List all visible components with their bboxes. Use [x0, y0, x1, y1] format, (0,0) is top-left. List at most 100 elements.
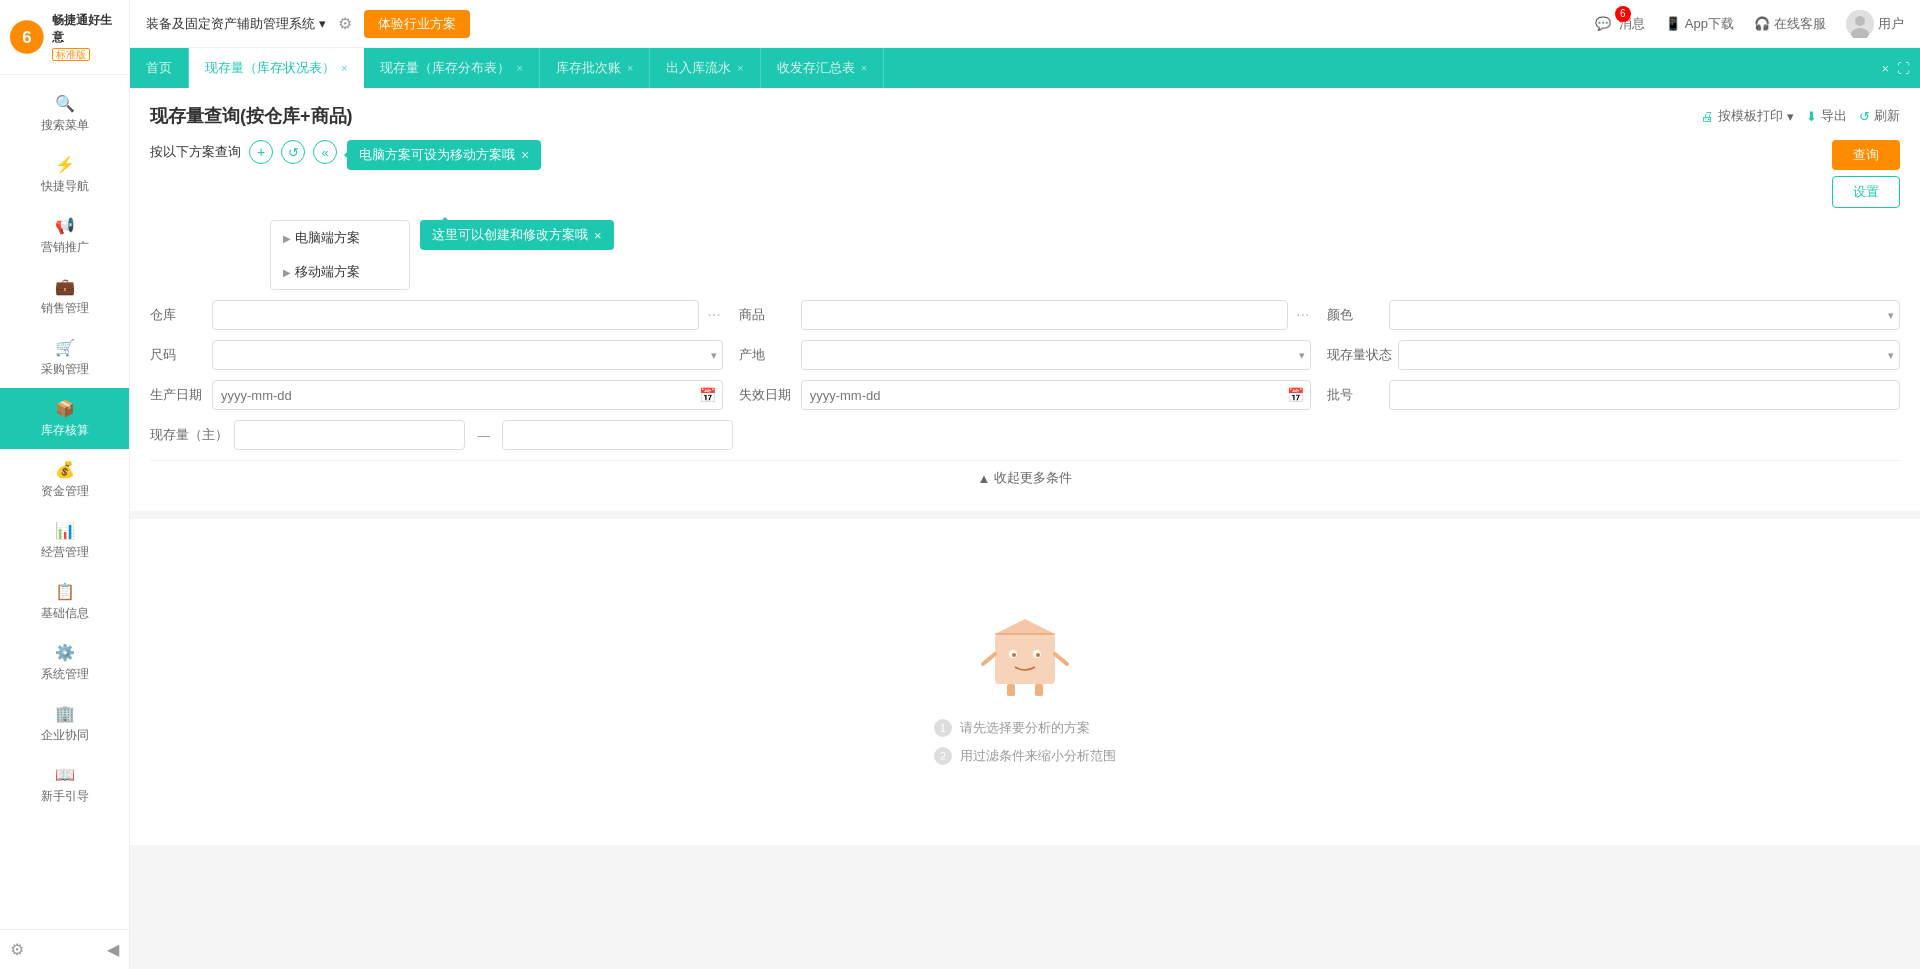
sidebar-item-sales[interactable]: 💼 销售管理	[0, 266, 129, 327]
content-area: 现存量查询(按仓库+商品) 🖨 按模板打印 ▾ ⬇ 导出 ↺ 刷新	[130, 88, 1920, 969]
tab-home[interactable]: 首页	[130, 48, 189, 88]
empty-state: 1 请先选择要分析的方案 2 用过滤条件来缩小分析范围	[130, 519, 1920, 845]
settings-bottom-icon[interactable]: ⚙	[10, 940, 24, 959]
tab-inventory-status[interactable]: 现存量（库存状况表） ×	[189, 48, 364, 88]
svg-line-15	[1055, 654, 1067, 664]
tab-inout-flow[interactable]: 出入库流水 ×	[650, 48, 760, 88]
page-actions: 🖨 按模板打印 ▾ ⬇ 导出 ↺ 刷新	[1701, 107, 1900, 125]
stock-status-select[interactable]	[1398, 340, 1900, 370]
tab-fullscreen-icon[interactable]: ⛶	[1897, 61, 1910, 76]
tab-recv-summary-close[interactable]: ×	[861, 62, 867, 74]
tab-inout-flow-close[interactable]: ×	[737, 62, 743, 74]
sidebar-item-marketing[interactable]: 📢 营销推广	[0, 205, 129, 266]
color-select[interactable]	[1389, 300, 1900, 330]
app-download-label: App下载	[1685, 15, 1734, 33]
logo-area: 6 畅捷通好生意 标准版	[0, 0, 129, 75]
sidebar-item-base-info-label: 基础信息	[41, 605, 89, 622]
stock-qty-separator: —	[471, 428, 496, 443]
stock-qty-max-input[interactable]	[502, 420, 733, 450]
topbar-message[interactable]: 💬 6 消息	[1595, 15, 1645, 33]
app-download-icon: 📱	[1665, 16, 1681, 31]
scheme-tooltip-close[interactable]: ×	[521, 147, 529, 163]
prod-date-wrap: 📅	[212, 380, 723, 410]
collapse-filter-btn[interactable]: ▲ 收起更多条件	[150, 460, 1900, 495]
topbar-right: 💬 6 消息 📱 App下载 🎧 在线客服 用户	[1595, 10, 1904, 38]
size-select[interactable]	[212, 340, 723, 370]
tab-close-all-icon[interactable]: ×	[1881, 61, 1889, 76]
reset-button[interactable]: 设置	[1832, 176, 1900, 208]
sidebar-item-base-info[interactable]: 📋 基础信息	[0, 571, 129, 632]
collapse-sidebar-icon[interactable]: ◀	[107, 940, 119, 959]
tab-inventory-dist[interactable]: 现存量（库存分布表） ×	[364, 48, 539, 88]
quick-nav-icon: ⚡	[55, 154, 75, 174]
refresh-btn[interactable]: ↺ 刷新	[1859, 107, 1900, 125]
sidebar-item-guide[interactable]: 📖 新手引导	[0, 754, 129, 815]
batch-input[interactable]	[1389, 380, 1900, 410]
prev-scheme-btn[interactable]: «	[313, 140, 337, 164]
sys-name-select[interactable]: 装备及固定资产辅助管理系统 ▾	[146, 15, 326, 33]
topbar-app-download[interactable]: 📱 App下载	[1665, 15, 1734, 33]
tab-batch-account[interactable]: 库存批次账 ×	[540, 48, 650, 88]
prod-date-input[interactable]	[212, 380, 723, 410]
sidebar-item-quick-nav[interactable]: ⚡ 快捷导航	[0, 144, 129, 205]
tab-inventory-status-close[interactable]: ×	[341, 62, 347, 74]
warehouse-input[interactable]	[212, 300, 699, 330]
sidebar-item-purchase[interactable]: 🛒 采购管理	[0, 327, 129, 388]
scheme-mobile[interactable]: ▶ 移动端方案	[271, 255, 409, 289]
edit-tooltip-close[interactable]: ×	[594, 228, 602, 243]
tab-recv-summary-label: 收发存汇总表	[777, 59, 855, 77]
refresh-scheme-btn[interactable]: ↺	[281, 140, 305, 164]
print-btn[interactable]: 🖨 按模板打印 ▾	[1701, 107, 1794, 125]
refresh-icon: ↺	[1859, 109, 1870, 124]
tab-recv-summary[interactable]: 收发存汇总表 ×	[761, 48, 884, 88]
warehouse-label: 仓库	[150, 306, 206, 324]
scheme-desktop-arrow: ▶	[283, 233, 291, 244]
print-icon: 🖨	[1701, 109, 1714, 124]
origin-select[interactable]	[801, 340, 1312, 370]
sidebar-nav: 🔍 搜索菜单 ⚡ 快捷导航 📢 营销推广 💼 销售管理 🛒 采购管理 📦 库存核…	[0, 75, 129, 929]
warehouse-dots-icon[interactable]: ···	[705, 306, 722, 324]
topbar-user[interactable]: 用户	[1846, 10, 1904, 38]
svg-rect-13	[1035, 684, 1043, 696]
search-button[interactable]: 查询	[1832, 140, 1900, 170]
scheme-desktop[interactable]: ▶ 电脑端方案	[271, 221, 409, 255]
sidebar-item-inventory[interactable]: 📦 库存核算	[0, 388, 129, 449]
topbar-settings-icon[interactable]: ⚙	[338, 14, 352, 33]
industry-btn[interactable]: 体验行业方案	[364, 10, 470, 38]
goods-label: 商品	[739, 306, 795, 324]
size-label: 尺码	[150, 346, 206, 364]
sidebar-item-system[interactable]: ⚙️ 系统管理	[0, 632, 129, 693]
goods-dots-icon[interactable]: ···	[1294, 306, 1311, 324]
color-label: 颜色	[1327, 306, 1383, 324]
exp-date-input[interactable]	[801, 380, 1312, 410]
stock-qty-min-input[interactable]	[234, 420, 465, 450]
filter-cell-size: 尺码 ▾	[150, 340, 723, 370]
empty-steps: 1 请先选择要分析的方案 2 用过滤条件来缩小分析范围	[934, 719, 1116, 765]
edit-scheme-tooltip: 这里可以创建和修改方案哦 ×	[420, 220, 614, 250]
sidebar-item-enterprise[interactable]: 🏢 企业协同	[0, 693, 129, 754]
sidebar-item-finance[interactable]: 💰 资金管理	[0, 449, 129, 510]
sidebar-item-operations[interactable]: 📊 经营管理	[0, 510, 129, 571]
topbar-online-support[interactable]: 🎧 在线客服	[1754, 15, 1826, 33]
tab-batch-account-close[interactable]: ×	[627, 62, 633, 74]
filter-label-area: 按以下方案查询 + ↺ «	[150, 140, 337, 164]
sidebar-item-operations-label: 经营管理	[41, 544, 89, 561]
export-btn[interactable]: ⬇ 导出	[1806, 107, 1847, 125]
sidebar-item-search[interactable]: 🔍 搜索菜单	[0, 83, 129, 144]
online-support-label: 在线客服	[1774, 15, 1826, 33]
sidebar-item-guide-label: 新手引导	[41, 788, 89, 805]
system-icon: ⚙️	[55, 642, 75, 662]
stock-qty-label: 现存量（主）	[150, 426, 228, 444]
guide-icon: 📖	[55, 764, 75, 784]
user-avatar	[1846, 10, 1874, 38]
goods-input[interactable]	[801, 300, 1288, 330]
tab-inventory-dist-close[interactable]: ×	[516, 62, 522, 74]
export-icon: ⬇	[1806, 109, 1817, 124]
add-scheme-btn[interactable]: +	[249, 140, 273, 164]
scheme-mobile-arrow: ▶	[283, 267, 291, 278]
empty-step-1: 1 请先选择要分析的方案	[934, 719, 1090, 737]
filter-row-2: 尺码 ▾ 产地 ▾ 现存量状态	[150, 340, 1900, 370]
exp-date-wrap: 📅	[801, 380, 1312, 410]
page-title: 现存量查询(按仓库+商品)	[150, 104, 353, 128]
tab-inventory-status-label: 现存量（库存状况表）	[205, 59, 335, 77]
